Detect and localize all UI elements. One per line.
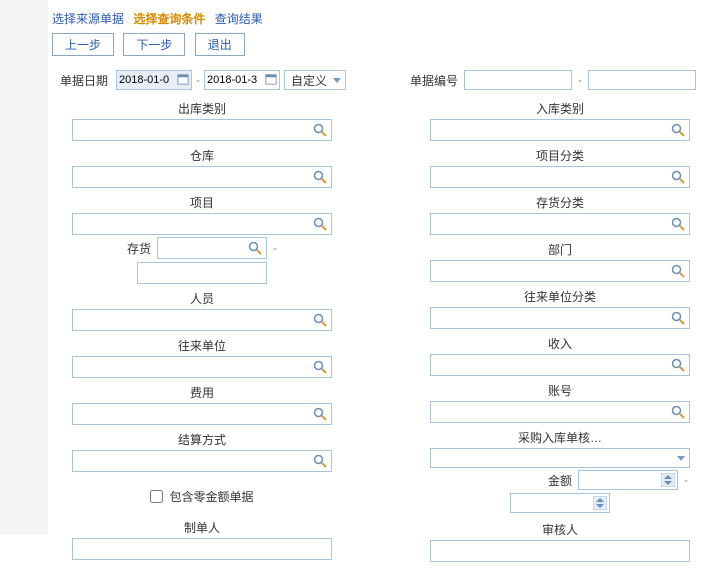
in-type-input[interactable] (430, 119, 690, 141)
date-to[interactable] (204, 70, 280, 90)
date-from[interactable] (116, 70, 192, 90)
include-zero-checkbox[interactable] (150, 490, 163, 503)
project-input[interactable] (72, 213, 332, 235)
amount-to-input[interactable] (511, 496, 591, 510)
person-label: 人员 (52, 286, 352, 309)
search-icon[interactable] (312, 122, 328, 138)
settle-input[interactable] (72, 450, 332, 472)
docnum-from-input[interactable] (464, 70, 572, 90)
prev-button[interactable]: 上一步 (52, 33, 114, 56)
search-icon[interactable] (670, 263, 686, 279)
date-separator: - (196, 73, 200, 87)
right-column: 单据编号 - 入库类别 项目分类 (410, 70, 710, 564)
amount-from[interactable] (578, 470, 678, 490)
partner-cat-label: 往来单位分类 (410, 284, 710, 307)
search-icon[interactable] (312, 169, 328, 185)
amount-to[interactable] (510, 493, 610, 513)
chevron-down-icon (677, 456, 685, 461)
fee-input[interactable] (72, 403, 332, 425)
date-range-dropdown[interactable]: 自定义 (284, 70, 346, 90)
inventory-label: 存货 (127, 240, 151, 257)
partner-input[interactable] (72, 356, 332, 378)
exit-button[interactable]: 退出 (195, 33, 245, 56)
search-icon[interactable] (247, 240, 263, 256)
amount-from-input[interactable] (579, 473, 659, 487)
docnum-label: 单据编号 (410, 72, 458, 89)
amount-label: 金额 (548, 472, 572, 489)
inv-cat-label: 存货分类 (410, 190, 710, 213)
tab-source[interactable]: 选择来源单据 (52, 12, 124, 26)
include-zero-label: 包含零金额单据 (169, 488, 253, 505)
action-buttons: 上一步 下一步 退出 (52, 33, 719, 56)
dept-input[interactable] (430, 260, 690, 282)
project-label: 项目 (52, 190, 352, 213)
person-input[interactable] (72, 309, 332, 331)
income-label: 收入 (410, 331, 710, 354)
next-button[interactable]: 下一步 (123, 33, 185, 56)
proj-cat-input[interactable] (430, 166, 690, 188)
po-in-label: 采购入库单核… (410, 425, 710, 448)
spinner-icon[interactable] (593, 496, 607, 510)
auditor-input[interactable] (430, 540, 690, 562)
inventory-from-input[interactable] (157, 237, 267, 259)
tab-bar: 选择来源单据 选择查询条件 查询结果 (52, 8, 719, 33)
partner-cat-input[interactable] (430, 307, 690, 329)
date-to-input[interactable] (207, 74, 265, 86)
tab-query-conditions[interactable]: 选择查询条件 (133, 12, 205, 26)
date-from-input[interactable] (119, 74, 177, 86)
inventory-separator: - (273, 241, 277, 255)
proj-cat-label: 项目分类 (410, 143, 710, 166)
search-icon[interactable] (312, 359, 328, 375)
search-icon[interactable] (670, 169, 686, 185)
dept-label: 部门 (410, 237, 710, 260)
po-in-dropdown[interactable] (430, 448, 690, 468)
settle-label: 结算方式 (52, 427, 352, 450)
date-label: 单据日期 (52, 72, 112, 89)
in-type-label: 入库类别 (410, 96, 710, 119)
search-icon[interactable] (312, 312, 328, 328)
account-label: 账号 (410, 378, 710, 401)
out-type-label: 出库类别 (52, 96, 352, 119)
search-icon[interactable] (670, 404, 686, 420)
amount-separator: - (684, 473, 688, 487)
search-icon[interactable] (670, 216, 686, 232)
warehouse-input[interactable] (72, 166, 332, 188)
income-input[interactable] (430, 354, 690, 376)
inventory-to-input[interactable] (137, 262, 267, 284)
docnum-separator: - (578, 73, 582, 87)
warehouse-label: 仓库 (52, 143, 352, 166)
search-icon[interactable] (312, 216, 328, 232)
search-icon[interactable] (312, 453, 328, 469)
search-icon[interactable] (670, 122, 686, 138)
calendar-icon[interactable] (265, 73, 277, 87)
maker-input[interactable] (72, 538, 332, 560)
search-icon[interactable] (670, 357, 686, 373)
left-column: 单据日期 - 自定义 (52, 70, 352, 564)
fee-label: 费用 (52, 380, 352, 403)
calendar-icon[interactable] (177, 73, 189, 87)
inv-cat-input[interactable] (430, 213, 690, 235)
spinner-icon[interactable] (661, 473, 675, 487)
chevron-down-icon (333, 78, 341, 83)
account-input[interactable] (430, 401, 690, 423)
tab-results[interactable]: 查询结果 (215, 12, 263, 26)
search-icon[interactable] (670, 310, 686, 326)
auditor-label: 审核人 (410, 517, 710, 540)
partner-label: 往来单位 (52, 333, 352, 356)
search-icon[interactable] (312, 406, 328, 422)
out-type-input[interactable] (72, 119, 332, 141)
docnum-to-input[interactable] (588, 70, 696, 90)
